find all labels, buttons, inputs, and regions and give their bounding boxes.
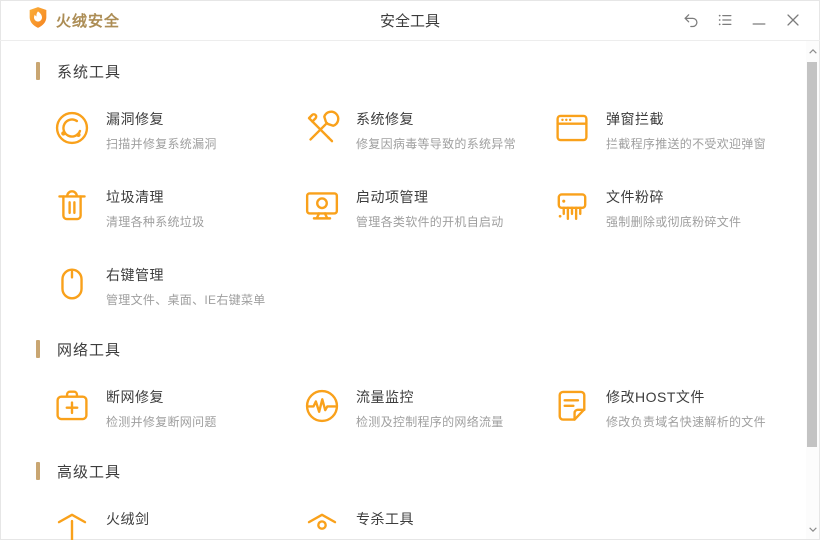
section-header: 高级工具	[36, 460, 806, 482]
tool-grid: 漏洞修复 扫描并修复系统漏洞 系统修复 修复因病毒等导致的系统异常 弹窗拦截 拦…	[50, 106, 806, 312]
tool-desc: 清理各种系统垃圾	[106, 215, 205, 229]
tool-grid: 断网修复 检测并修复断网问题 流量监控 检测及控制程序的网络流量 修改HOST文…	[50, 384, 806, 434]
huorong-shield-logo-icon	[28, 6, 48, 34]
tool-desc: 管理各类软件的开机自启动	[356, 215, 504, 229]
tool-desc: 修复因病毒等导致的系统异常	[356, 137, 516, 151]
tool-item[interactable]: 修改HOST文件 修改负责域名快速解析的文件	[550, 384, 800, 434]
tool-title: 启动项管理	[356, 189, 429, 205]
tool-title: 文件粉碎	[606, 189, 664, 205]
tool-desc: 扫描并修复系统漏洞	[106, 137, 217, 151]
tool-title: 火绒剑	[106, 511, 150, 527]
special-kill-icon	[300, 506, 344, 540]
section-accent-bar	[36, 462, 40, 480]
titlebar: 火绒安全 安全工具	[0, 0, 820, 41]
tool-desc: 检测及控制程序的网络流量	[356, 415, 504, 429]
tool-section: 网络工具 断网修复 检测并修复断网问题 流量监控 检测及控制程序的网络流量 修改…	[36, 338, 806, 434]
tool-title: 弹窗拦截	[606, 111, 664, 127]
network-repair-icon	[50, 384, 94, 428]
close-icon[interactable]	[776, 6, 810, 34]
section-header: 网络工具	[36, 338, 806, 360]
app-logo: 火绒安全	[28, 0, 120, 40]
tool-title: 漏洞修复	[106, 111, 164, 127]
startup-manager-icon	[300, 184, 344, 228]
tool-title: 断网修复	[106, 389, 164, 405]
app-name: 火绒安全	[56, 12, 121, 30]
tool-desc: 管理文件、桌面、IE右键菜单	[106, 293, 266, 307]
context-menu-manager-icon	[50, 262, 94, 306]
scrollbar[interactable]	[806, 41, 819, 539]
section-accent-bar	[36, 340, 40, 358]
scroll-up-icon[interactable]	[806, 43, 819, 59]
section-label: 高级工具	[57, 463, 122, 481]
tool-item[interactable]: 右键管理 管理文件、桌面、IE右键菜单	[50, 262, 300, 312]
traffic-monitor-icon	[300, 384, 344, 428]
tool-item[interactable]: 文件粉碎 强制删除或彻底粉碎文件	[550, 184, 800, 234]
section-label: 系统工具	[57, 63, 122, 81]
popup-blocker-icon	[550, 106, 594, 150]
tool-item[interactable]: 启动项管理 管理各类软件的开机自启动	[300, 184, 550, 234]
huorong-sword-icon	[50, 506, 94, 540]
tool-title: 专杀工具	[356, 511, 414, 527]
tool-title: 系统修复	[356, 111, 414, 127]
tool-section: 系统工具 漏洞修复 扫描并修复系统漏洞 系统修复 修复因病毒等导致的系统异常 弹…	[36, 60, 806, 312]
scroll-down-icon[interactable]	[806, 521, 819, 537]
scrollbar-thumb[interactable]	[807, 62, 817, 447]
menu-list-icon[interactable]	[708, 6, 742, 34]
window-controls	[674, 0, 810, 40]
tool-item[interactable]: 系统修复 修复因病毒等导致的系统异常	[300, 106, 550, 156]
tool-desc: 拦截程序推送的不受欢迎弹窗	[606, 137, 766, 151]
tool-title: 右键管理	[106, 267, 164, 283]
tool-item[interactable]: 火绒剑	[50, 506, 300, 540]
tool-title: 修改HOST文件	[606, 389, 705, 405]
app-window: 火绒安全 安全工具 系统工具 漏洞修复 扫描并修复系统漏洞 系统修复 修复因病毒…	[0, 0, 820, 540]
tool-title: 垃圾清理	[106, 189, 164, 205]
section-header: 系统工具	[36, 60, 806, 82]
undo-icon[interactable]	[674, 6, 708, 34]
tool-item[interactable]: 弹窗拦截 拦截程序推送的不受欢迎弹窗	[550, 106, 800, 156]
tool-section: 高级工具 火绒剑 专杀工具	[36, 460, 806, 540]
tool-item[interactable]: 垃圾清理 清理各种系统垃圾	[50, 184, 300, 234]
minimize-icon[interactable]	[742, 6, 776, 34]
tool-title: 流量监控	[356, 389, 414, 405]
file-shredder-icon	[550, 184, 594, 228]
section-accent-bar	[36, 62, 40, 80]
system-repair-icon	[300, 106, 344, 150]
host-file-icon	[550, 384, 594, 428]
vulnerability-fix-icon	[50, 106, 94, 150]
tool-item[interactable]: 流量监控 检测及控制程序的网络流量	[300, 384, 550, 434]
tool-item[interactable]: 断网修复 检测并修复断网问题	[50, 384, 300, 434]
section-label: 网络工具	[57, 341, 122, 359]
tool-desc: 强制删除或彻底粉碎文件	[606, 215, 742, 229]
tools-area: 系统工具 漏洞修复 扫描并修复系统漏洞 系统修复 修复因病毒等导致的系统异常 弹…	[0, 41, 806, 540]
tool-item[interactable]: 漏洞修复 扫描并修复系统漏洞	[50, 106, 300, 156]
tool-desc: 检测并修复断网问题	[106, 415, 217, 429]
tool-desc: 修改负责域名快速解析的文件	[606, 415, 766, 429]
tool-grid: 火绒剑 专杀工具	[50, 506, 806, 540]
tool-item[interactable]: 专杀工具	[300, 506, 550, 540]
junk-clean-icon	[50, 184, 94, 228]
